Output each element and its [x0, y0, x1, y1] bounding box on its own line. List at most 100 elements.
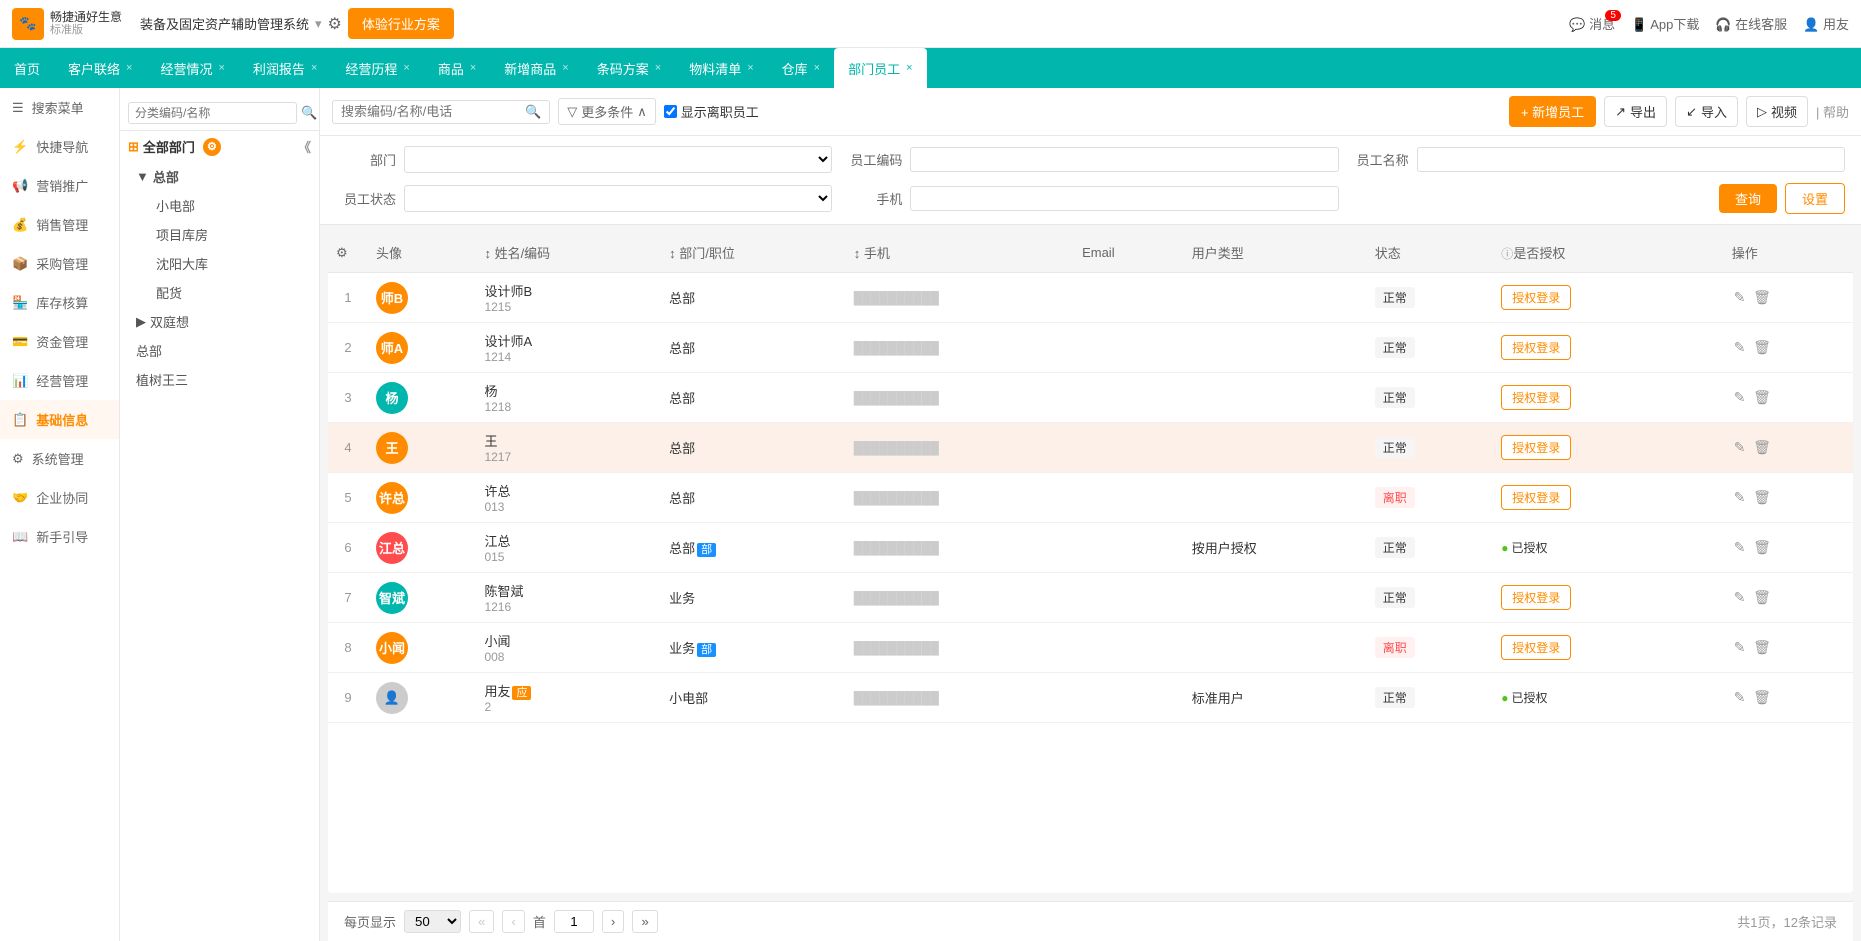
tab-goods[interactable]: 商品 ×: [424, 48, 490, 88]
sidebar-item-finance[interactable]: 💳 资金管理: [0, 322, 119, 361]
edit-btn[interactable]: ✎: [1734, 539, 1746, 555]
show-resigned-check[interactable]: 显示离职员工: [664, 102, 759, 121]
user-avatar[interactable]: 👤 用友: [1803, 14, 1849, 33]
help-btn[interactable]: | 帮助: [1816, 102, 1849, 121]
col-phone[interactable]: ↕ 手机: [846, 233, 1074, 273]
edit-btn[interactable]: ✎: [1734, 589, 1746, 605]
first-page-btn[interactable]: «: [469, 910, 494, 933]
dept-search-input[interactable]: [128, 102, 297, 124]
sidebar-item-sales[interactable]: 💰 销售管理: [0, 205, 119, 244]
edit-btn[interactable]: ✎: [1734, 689, 1746, 705]
dept-node-shenyang[interactable]: 沈阳大库: [128, 249, 319, 278]
app-download-btn[interactable]: 📱 App下载: [1631, 14, 1699, 33]
auth-btn[interactable]: 授权登录: [1501, 335, 1571, 360]
last-page-btn[interactable]: »: [632, 910, 657, 933]
sidebar-item-quicknav[interactable]: ⚡ 快捷导航: [0, 127, 119, 166]
system-dropdown-icon[interactable]: ▾: [315, 16, 322, 32]
dept-node-zongbu[interactable]: 总部: [128, 336, 319, 365]
tab-employees[interactable]: 部门员工 ×: [834, 48, 926, 88]
sidebar-item-purchase[interactable]: 📦 采购管理: [0, 244, 119, 283]
status-cell: 正常: [1367, 573, 1494, 623]
auth-btn[interactable]: 授权登录: [1501, 435, 1571, 460]
edit-btn[interactable]: ✎: [1734, 339, 1746, 355]
dept-cell: 小电部: [661, 673, 846, 723]
delete-btn[interactable]: 🗑: [1753, 689, 1771, 705]
tab-barcode[interactable]: 条码方案 ×: [583, 48, 675, 88]
avatar-cell: 许总: [368, 473, 476, 523]
dept-node-peihuo[interactable]: 配货: [128, 278, 319, 307]
per-page-select[interactable]: 50 20 100: [404, 910, 461, 933]
col-name[interactable]: ↕ 姓名/编码: [476, 233, 661, 273]
edit-btn[interactable]: ✎: [1734, 489, 1746, 505]
edit-btn[interactable]: ✎: [1734, 439, 1746, 455]
top-bar: 🐾 畅捷通好生意 标准版 装备及固定资产辅助管理系统 ▾ ⚙ 体验行业方案 💬 …: [0, 0, 1861, 48]
prev-page-btn[interactable]: ‹: [502, 910, 524, 933]
search-icon-btn[interactable]: 🔍: [525, 104, 541, 120]
tab-home[interactable]: 首页: [0, 48, 54, 88]
code-filter-input[interactable]: [910, 147, 1338, 172]
row-number: 6: [328, 523, 368, 573]
message-btn[interactable]: 💬 5 消息: [1569, 14, 1615, 33]
online-service-btn[interactable]: 🎧 在线客服: [1715, 14, 1787, 33]
dept-node-xiaodian[interactable]: 小电部: [128, 191, 319, 220]
export-btn[interactable]: ↗ 导出: [1604, 96, 1667, 127]
set-btn[interactable]: 设置: [1785, 183, 1845, 214]
tab-bom[interactable]: 物料清单 ×: [675, 48, 767, 88]
resigned-checkbox[interactable]: [664, 105, 677, 118]
sidebar-item-guide[interactable]: 📖 新手引导: [0, 517, 119, 556]
add-employee-btn[interactable]: + 新增员工: [1509, 96, 1596, 127]
tab-profit[interactable]: 利润报告 ×: [239, 48, 331, 88]
auth-btn[interactable]: 授权登录: [1501, 485, 1571, 510]
dept-collapse-btn[interactable]: 《: [298, 137, 311, 156]
dept-filter-select[interactable]: [404, 146, 832, 173]
import-btn[interactable]: ↙ 导入: [1675, 96, 1738, 127]
more-conditions-btn[interactable]: ▽ 更多条件 ∧: [558, 98, 656, 125]
sidebar-item-cooperation[interactable]: 🤝 企业协同: [0, 478, 119, 517]
delete-btn[interactable]: 🗑: [1753, 289, 1771, 305]
auth-btn[interactable]: 授权登录: [1501, 635, 1571, 660]
col-settings[interactable]: ⚙: [328, 233, 368, 273]
delete-btn[interactable]: 🗑: [1753, 489, 1771, 505]
auth-btn[interactable]: 授权登录: [1501, 285, 1571, 310]
delete-btn[interactable]: 🗑: [1753, 339, 1771, 355]
edit-btn[interactable]: ✎: [1734, 639, 1746, 655]
gear-icon[interactable]: ⚙: [328, 14, 342, 34]
name-filter-input[interactable]: [1417, 147, 1845, 172]
tab-customer[interactable]: 客户联络 ×: [54, 48, 146, 88]
delete-btn[interactable]: 🗑: [1753, 539, 1771, 555]
auth-btn[interactable]: 授权登录: [1501, 385, 1571, 410]
sidebar-item-operation[interactable]: 📊 经营管理: [0, 361, 119, 400]
sidebar-item-search[interactable]: ☰ 搜索菜单: [0, 88, 119, 127]
edit-btn[interactable]: ✎: [1734, 289, 1746, 305]
dept-search-icon[interactable]: 🔍: [301, 105, 317, 121]
auth-btn[interactable]: 授权登录: [1501, 585, 1571, 610]
row-number: 3: [328, 373, 368, 423]
col-dept[interactable]: ↕ 部门/职位: [661, 233, 846, 273]
delete-btn[interactable]: 🗑: [1753, 389, 1771, 405]
next-page-btn[interactable]: ›: [602, 910, 624, 933]
sidebar-item-inventory[interactable]: 🏪 库存核算: [0, 283, 119, 322]
sidebar-item-marketing[interactable]: 📢 营销推广: [0, 166, 119, 205]
tab-operation-status[interactable]: 经营情况 ×: [146, 48, 238, 88]
dept-node-zhishu[interactable]: 植树王三: [128, 365, 319, 394]
phone-filter-input[interactable]: [910, 186, 1338, 211]
tab-warehouse[interactable]: 仓库 ×: [768, 48, 834, 88]
dept-node-shuangting[interactable]: ▶ 双庭想: [128, 307, 319, 336]
trial-btn[interactable]: 体验行业方案: [348, 8, 454, 39]
delete-btn[interactable]: 🗑: [1753, 639, 1771, 655]
dept-node-root[interactable]: ▼ 总部: [128, 162, 319, 191]
delete-btn[interactable]: 🗑: [1753, 589, 1771, 605]
tab-journey[interactable]: 经营历程 ×: [331, 48, 423, 88]
video-btn[interactable]: ▷ 视频: [1746, 96, 1808, 127]
tab-new-goods[interactable]: 新增商品 ×: [490, 48, 582, 88]
delete-btn[interactable]: 🗑: [1753, 439, 1771, 455]
dept-node-project[interactable]: 项目库房: [128, 220, 319, 249]
page-input[interactable]: [554, 910, 594, 933]
search-input[interactable]: [341, 104, 521, 119]
auth-info-icon[interactable]: ⓘ: [1501, 247, 1513, 261]
query-btn[interactable]: 查询: [1719, 184, 1777, 213]
sidebar-item-basicinfo[interactable]: 📋 基础信息: [0, 400, 119, 439]
edit-btn[interactable]: ✎: [1734, 389, 1746, 405]
status-filter-select[interactable]: [404, 185, 832, 212]
sidebar-item-system[interactable]: ⚙ 系统管理: [0, 439, 119, 478]
